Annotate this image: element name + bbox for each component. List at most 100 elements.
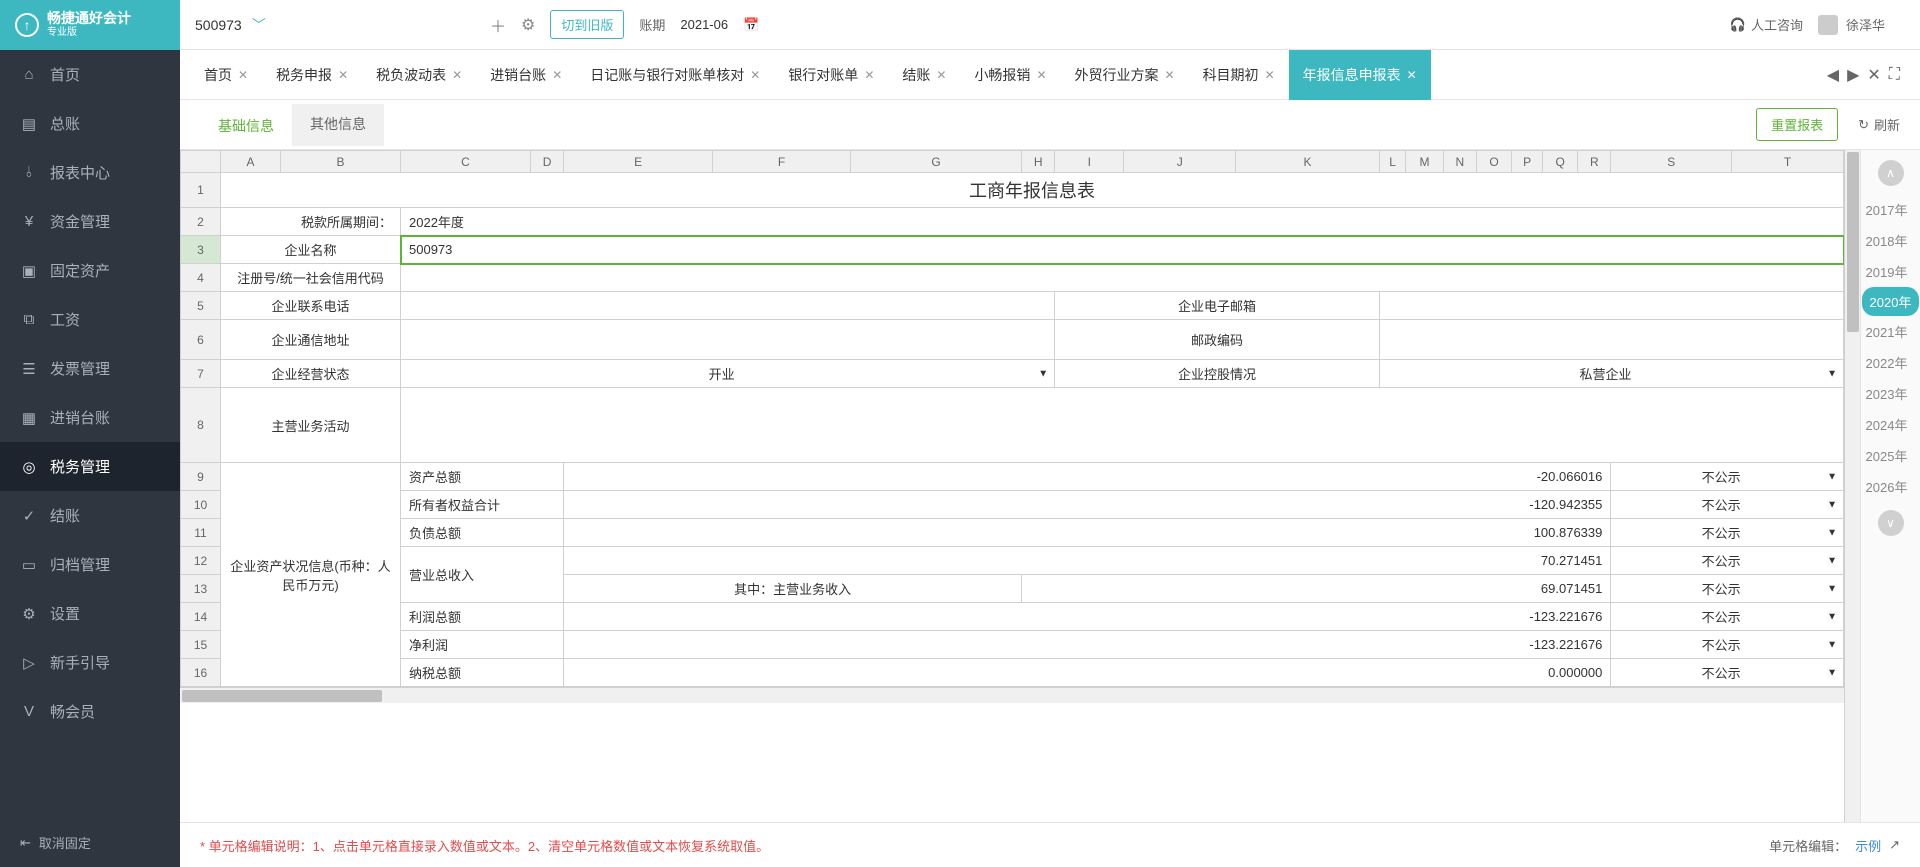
tab[interactable]: 日记账与银行对账单核对✕ [576, 50, 774, 100]
sidebar-item-closing[interactable]: ✓结账 [0, 491, 180, 540]
sidebar-item-tax[interactable]: ◎税务管理 [0, 442, 180, 491]
user-menu[interactable]: 徐泽华 [1818, 15, 1885, 35]
sidebar-item-member[interactable]: V畅会员 [0, 687, 180, 736]
asset-group-label[interactable]: 企业资产状况信息(币种：人民币万元) [221, 463, 401, 687]
consult-link[interactable]: 🎧 人工咨询 [1730, 15, 1803, 34]
old-version-button[interactable]: 切到旧版 [550, 10, 624, 39]
external-icon[interactable]: ↗ [1889, 837, 1900, 853]
col-header-F[interactable]: F [713, 151, 851, 173]
close-icon[interactable]: ✕ [338, 68, 348, 82]
sidebar-item-salary[interactable]: ⧉工资 [0, 295, 180, 344]
year-item[interactable]: 2017年 [1862, 194, 1920, 225]
subtab-other[interactable]: 其他信息 [292, 104, 384, 146]
sidebar-item-funds[interactable]: ¥资金管理 [0, 197, 180, 246]
reg-code-label[interactable]: 注册号/统一社会信用代码 [221, 264, 401, 292]
close-icon[interactable]: ✕ [238, 68, 248, 82]
col-header-L[interactable]: L [1379, 151, 1405, 173]
spreadsheet[interactable]: ABCDEFGHIJKLMNOPQRST 1 工商年报信息表 2 税款所属期间：… [180, 150, 1844, 822]
sidebar-item-assets[interactable]: ▣固定资产 [0, 246, 180, 295]
year-item[interactable]: 2020年 [1862, 287, 1920, 316]
refresh-button[interactable]: ↻ 刷新 [1858, 115, 1900, 134]
year-item[interactable]: 2022年 [1862, 347, 1920, 378]
close-icon[interactable]: ✕ [452, 68, 462, 82]
tab[interactable]: 小畅报销✕ [960, 50, 1060, 100]
subtab-basic[interactable]: 基础信息 [200, 104, 292, 146]
vertical-scrollbar[interactable] [1844, 150, 1860, 822]
col-header-M[interactable]: M [1406, 151, 1444, 173]
dropdown-icon[interactable]: ▼ [1827, 527, 1837, 538]
close-icon[interactable]: ✕ [552, 68, 562, 82]
tab[interactable]: 年报信息申报表✕ [1289, 50, 1431, 100]
year-item[interactable]: 2025年 [1862, 440, 1920, 471]
close-icon[interactable]: ✕ [936, 68, 946, 82]
dropdown-icon[interactable]: ▼ [1827, 555, 1837, 566]
holding-value[interactable]: 私营企业▼ [1379, 360, 1843, 388]
sidebar-item-invoice[interactable]: ☰发票管理 [0, 344, 180, 393]
example-link[interactable]: 示例 [1855, 836, 1881, 855]
col-header-K[interactable]: K [1236, 151, 1380, 173]
col-header-I[interactable]: I [1055, 151, 1124, 173]
year-item[interactable]: 2026年 [1862, 471, 1920, 502]
col-header-E[interactable]: E [564, 151, 713, 173]
calendar-icon[interactable]: 📅 [743, 17, 759, 33]
year-prev-icon[interactable]: ∧ [1878, 160, 1904, 186]
phone-label[interactable]: 企业联系电话 [221, 292, 401, 320]
year-item[interactable]: 2023年 [1862, 378, 1920, 409]
dropdown-icon[interactable]: ▼ [1827, 583, 1837, 594]
reset-button[interactable]: 重置报表 [1756, 108, 1838, 141]
sidebar-item-ledger[interactable]: ▤总账 [0, 99, 180, 148]
col-header-Q[interactable]: Q [1542, 151, 1577, 173]
period-value-cell[interactable]: 2022年度 [401, 208, 1844, 236]
chevron-down-icon[interactable]: ﹀ [252, 15, 266, 35]
col-header-O[interactable]: O [1476, 151, 1511, 173]
col-header-H[interactable]: H [1022, 151, 1055, 173]
dropdown-icon[interactable]: ▼ [1827, 611, 1837, 622]
dropdown-icon[interactable]: ▼ [1827, 499, 1837, 510]
tab[interactable]: 税负波动表✕ [362, 50, 476, 100]
col-header-D[interactable]: D [531, 151, 564, 173]
dropdown-icon[interactable]: ▼ [1827, 667, 1837, 678]
year-next-icon[interactable]: ∨ [1878, 510, 1904, 536]
tab[interactable]: 外贸行业方案✕ [1061, 50, 1189, 100]
tab[interactable]: 结账✕ [888, 50, 960, 100]
col-header-T[interactable]: T [1732, 151, 1844, 173]
sidebar-item-settings[interactable]: ⚙设置 [0, 589, 180, 638]
close-icon[interactable]: ✕ [1036, 68, 1046, 82]
close-icon[interactable]: ✕ [864, 68, 874, 82]
status-value[interactable]: 开业▼ [401, 360, 1055, 388]
status-label[interactable]: 企业经营状态 [221, 360, 401, 388]
email-label[interactable]: 企业电子邮箱 [1055, 292, 1380, 320]
tab[interactable]: 首页✕ [190, 50, 262, 100]
period-label-cell[interactable]: 税款所属期间： [221, 208, 401, 236]
postcode-label[interactable]: 邮政编码 [1055, 320, 1380, 360]
col-header-S[interactable]: S [1611, 151, 1732, 173]
gear-icon[interactable]: ⚙ [521, 15, 535, 35]
tab[interactable]: 进销台账✕ [476, 50, 576, 100]
unpin-button[interactable]: ⇤ 取消固定 [0, 818, 180, 867]
holding-label[interactable]: 企业控股情况 [1055, 360, 1380, 388]
sidebar-item-archive[interactable]: ▭归档管理 [0, 540, 180, 589]
sidebar-item-home[interactable]: ⌂首页 [0, 50, 180, 99]
dropdown-icon[interactable]: ▼ [1827, 471, 1837, 482]
sidebar-item-reports[interactable]: ⫰报表中心 [0, 148, 180, 197]
year-item[interactable]: 2024年 [1862, 409, 1920, 440]
year-item[interactable]: 2018年 [1862, 225, 1920, 256]
select-all-corner[interactable] [181, 151, 221, 173]
tabs-prev-icon[interactable]: ◀ [1827, 65, 1839, 85]
tabs-next-icon[interactable]: ▶ [1847, 65, 1859, 85]
close-icon[interactable]: ✕ [1407, 68, 1417, 82]
close-icon[interactable]: ✕ [1165, 68, 1175, 82]
tab[interactable]: 税务申报✕ [262, 50, 362, 100]
company-selector[interactable]: 500973 ﹀ [195, 15, 475, 35]
company-name-label[interactable]: 企业名称 [221, 236, 401, 264]
col-header-C[interactable]: C [401, 151, 531, 173]
tabs-expand-icon[interactable]: ⛶ [1889, 66, 1900, 84]
close-icon[interactable]: ✕ [750, 68, 760, 82]
add-icon[interactable]: ＋ [490, 13, 506, 37]
dropdown-icon[interactable]: ▼ [1827, 368, 1837, 379]
main-biz-label[interactable]: 主营业务活动 [221, 388, 401, 463]
company-name-value[interactable]: 500973 [401, 236, 1844, 264]
dropdown-icon[interactable]: ▼ [1827, 639, 1837, 650]
tabs-close-icon[interactable]: ✕ [1867, 65, 1880, 85]
col-header-B[interactable]: B [281, 151, 401, 173]
